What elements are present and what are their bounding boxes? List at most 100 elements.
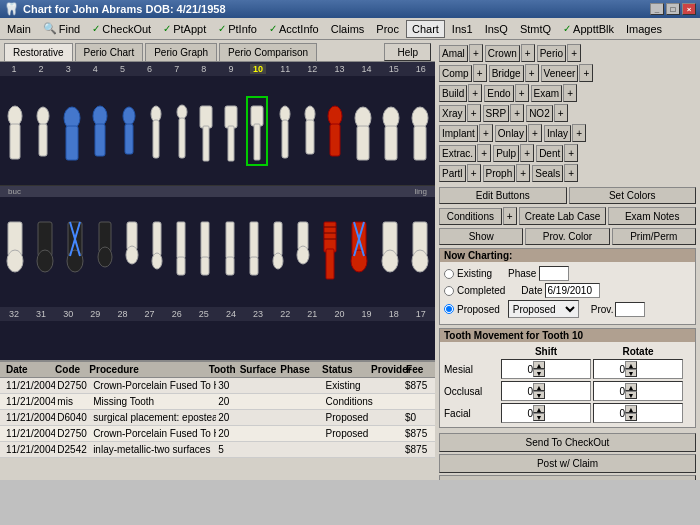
- amal-button[interactable]: Amal: [439, 45, 468, 62]
- tooth-6[interactable]: [146, 96, 166, 166]
- occlusal-rotate-down[interactable]: ▼: [625, 391, 637, 399]
- proph-plus[interactable]: +: [516, 164, 530, 182]
- tooth-7[interactable]: [173, 96, 191, 166]
- tooth-12[interactable]: [301, 96, 319, 166]
- perio-button[interactable]: Perio: [537, 45, 566, 62]
- extrac-button[interactable]: Extrac.: [439, 145, 476, 162]
- tooth-22[interactable]: [270, 217, 286, 287]
- tab-perio-graph[interactable]: Perio Graph: [145, 43, 217, 61]
- occlusal-shift-down[interactable]: ▼: [533, 391, 545, 399]
- endo-plus[interactable]: +: [515, 84, 529, 102]
- extrac-plus[interactable]: +: [477, 144, 491, 162]
- menu-claims[interactable]: Claims: [326, 21, 370, 37]
- mesial-shift-up[interactable]: ▲: [533, 361, 545, 369]
- tooth-30[interactable]: [64, 217, 86, 287]
- phase-input[interactable]: [539, 266, 569, 281]
- prov-input[interactable]: [615, 302, 645, 317]
- tooth-24[interactable]: [222, 217, 238, 287]
- mesial-rotate-down[interactable]: ▼: [625, 369, 637, 377]
- minimize-button[interactable]: _: [650, 3, 664, 15]
- table-row[interactable]: 11/21/2004 D2750 Crown-Porcelain Fused T…: [0, 378, 435, 394]
- crown-button[interactable]: Crown: [485, 45, 520, 62]
- completed-radio[interactable]: [444, 286, 454, 296]
- proposed-radio[interactable]: [444, 304, 454, 314]
- tooth-4[interactable]: [89, 96, 111, 166]
- mesial-shift-down[interactable]: ▼: [533, 369, 545, 377]
- tooth-num-29[interactable]: 29: [87, 309, 103, 319]
- help-button[interactable]: Help: [384, 43, 431, 61]
- occlusal-rotate-input[interactable]: [595, 386, 625, 397]
- menu-main[interactable]: Main: [2, 21, 36, 37]
- tooth-num-30[interactable]: 30: [60, 309, 76, 319]
- seals-button[interactable]: Seals: [532, 165, 563, 182]
- tooth-26[interactable]: [173, 217, 189, 287]
- close-button[interactable]: ×: [682, 3, 696, 15]
- tooth-num-10[interactable]: 10: [250, 64, 266, 74]
- pulp-plus[interactable]: +: [520, 144, 534, 162]
- tab-perio-chart[interactable]: Perio Chart: [75, 43, 144, 61]
- occlusal-shift-up[interactable]: ▲: [533, 383, 545, 391]
- occlusal-rotate-up[interactable]: ▲: [625, 383, 637, 391]
- conditions-button[interactable]: Conditions: [439, 208, 502, 225]
- menu-ptappt[interactable]: ✓ PtAppt: [158, 21, 211, 37]
- menu-checkout[interactable]: ✓ CheckOut: [87, 21, 156, 37]
- tooth-num-4[interactable]: 4: [87, 64, 103, 74]
- tooth-num-9[interactable]: 9: [223, 64, 239, 74]
- tooth-num-3[interactable]: 3: [60, 64, 76, 74]
- date-input[interactable]: [545, 283, 600, 298]
- menu-acctinfo[interactable]: ✓ AcctInfo: [264, 21, 324, 37]
- tooth-16[interactable]: [409, 96, 431, 166]
- crown-plus[interactable]: +: [521, 44, 535, 62]
- menu-insq[interactable]: InsQ: [480, 21, 513, 37]
- table-row[interactable]: 11/21/2004 mis Missing Tooth 20 Conditio…: [0, 394, 435, 410]
- tooth-num-17[interactable]: 17: [413, 309, 429, 319]
- tooth-5[interactable]: [118, 96, 140, 166]
- tooth-9[interactable]: [222, 96, 240, 166]
- tooth-num-18[interactable]: 18: [386, 309, 402, 319]
- inlay-plus[interactable]: +: [572, 124, 586, 142]
- send-to-checkout-button[interactable]: Send To CheckOut: [439, 433, 696, 452]
- facial-shift-input[interactable]: [503, 408, 533, 419]
- tooth-29[interactable]: [95, 217, 115, 287]
- mesial-shift-input[interactable]: [503, 364, 533, 375]
- print-chart-button[interactable]: Print Chart: [439, 475, 696, 480]
- menu-images[interactable]: Images: [621, 21, 667, 37]
- partl-plus[interactable]: +: [467, 164, 481, 182]
- menu-find[interactable]: 🔍 Find: [38, 20, 85, 37]
- tooth-3[interactable]: [61, 96, 83, 166]
- tooth-num-25[interactable]: 25: [196, 309, 212, 319]
- exam-plus[interactable]: +: [563, 84, 577, 102]
- maximize-button[interactable]: □: [666, 3, 680, 15]
- tooth-num-31[interactable]: 31: [33, 309, 49, 319]
- tooth-num-16[interactable]: 16: [413, 64, 429, 74]
- tooth-2[interactable]: [32, 96, 54, 166]
- tooth-20[interactable]: [320, 217, 340, 287]
- prim-perm-button[interactable]: Prim/Perm: [612, 228, 696, 245]
- onlay-plus[interactable]: +: [528, 124, 542, 142]
- tooth-23[interactable]: [246, 217, 262, 287]
- tooth-num-13[interactable]: 13: [332, 64, 348, 74]
- tooth-27[interactable]: [149, 217, 165, 287]
- partl-button[interactable]: Partl: [439, 165, 466, 182]
- table-row[interactable]: 11/21/2004 D2750 Crown-Porcelain Fused T…: [0, 426, 435, 442]
- dent-plus[interactable]: +: [564, 144, 578, 162]
- tooth-21[interactable]: [294, 217, 312, 287]
- dent-button[interactable]: Dent: [536, 145, 563, 162]
- post-with-claim-button[interactable]: Post w/ Claim: [439, 454, 696, 473]
- seals-plus[interactable]: +: [564, 164, 578, 182]
- mesial-rotate-up[interactable]: ▲: [625, 361, 637, 369]
- facial-rotate-down[interactable]: ▼: [625, 413, 637, 421]
- tooth-14[interactable]: [352, 96, 374, 166]
- comp-button[interactable]: Comp: [439, 65, 472, 82]
- tooth-num-24[interactable]: 24: [223, 309, 239, 319]
- facial-rotate-input[interactable]: [595, 408, 625, 419]
- proph-button[interactable]: Proph: [483, 165, 516, 182]
- build-button[interactable]: Build: [439, 85, 467, 102]
- tooth-num-7[interactable]: 7: [169, 64, 185, 74]
- create-lab-case-button[interactable]: Create Lab Case: [519, 207, 607, 225]
- tooth-num-12[interactable]: 12: [304, 64, 320, 74]
- menu-ptinfo[interactable]: ✓ PtInfo: [213, 21, 262, 37]
- tooth-17[interactable]: [409, 217, 431, 287]
- table-row[interactable]: 11/21/2004 D2542 inlay-metallic-two surf…: [0, 442, 435, 458]
- pulp-button[interactable]: Pulp: [493, 145, 519, 162]
